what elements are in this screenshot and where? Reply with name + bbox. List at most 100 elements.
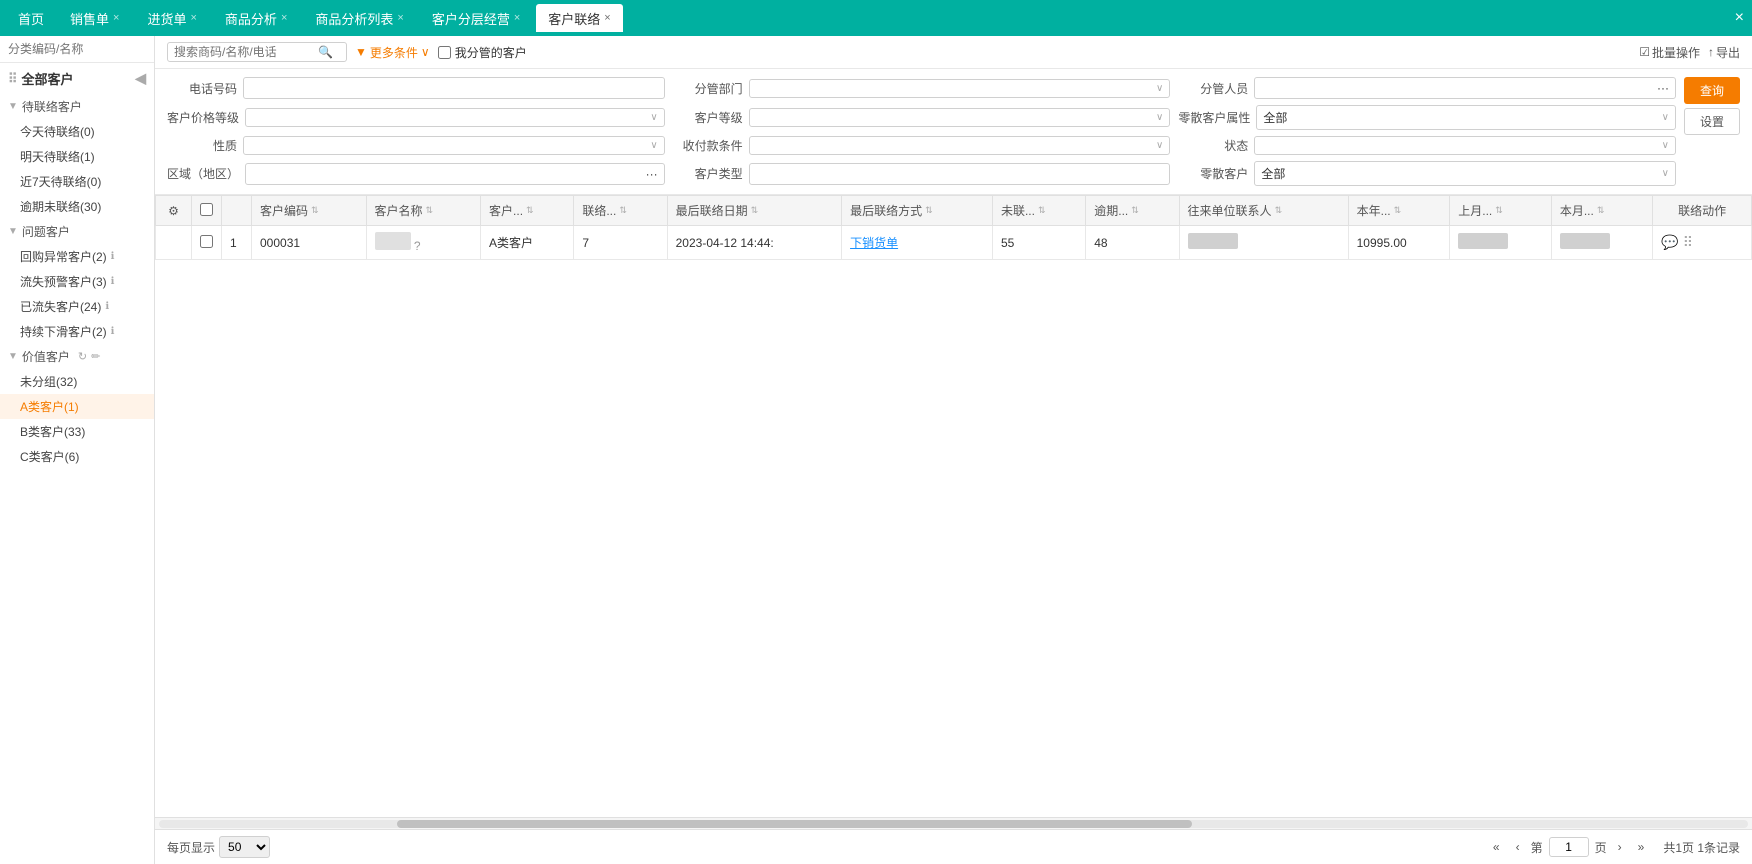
more-filter-btn[interactable]: ▼ 更多条件 ∨: [355, 44, 430, 61]
nav-tab-product-list[interactable]: 商品分析列表 ×: [303, 4, 415, 32]
sidebar-search-input[interactable]: [8, 42, 155, 56]
customer-level-chevron-icon: ∨: [1156, 112, 1163, 123]
sidebar-item-today[interactable]: 今天待联络(0): [0, 119, 154, 144]
th-name[interactable]: 客户名称 ⇅: [366, 196, 481, 226]
nature-select[interactable]: ∨: [243, 136, 665, 155]
sidebar-item-churned[interactable]: 已流失客户(24) ℹ: [0, 294, 154, 319]
horizontal-scroll[interactable]: [155, 817, 1752, 829]
nav-tab-sales[interactable]: 销售单 ×: [58, 4, 131, 32]
sidebar-section-pending-title[interactable]: ▼ 待联络客户: [0, 94, 154, 119]
close-purchase-tab[interactable]: ×: [190, 12, 196, 24]
value-section-refresh-icon[interactable]: ↻: [78, 350, 87, 363]
sidebar-section-value-title[interactable]: ▼ 价值客户 ↻ ✏: [0, 344, 154, 369]
sidebar-item-class-c[interactable]: C类客户(6): [0, 444, 154, 469]
th-level[interactable]: 客户... ⇅: [481, 196, 574, 226]
th-unit-contact[interactable]: 往来单位联系人 ⇅: [1179, 196, 1348, 226]
nav-tab-product-analysis[interactable]: 商品分析 ×: [213, 4, 299, 32]
phone-label: 电话号码: [167, 80, 237, 97]
th-contact[interactable]: 联络... ⇅: [574, 196, 667, 226]
filter-search-icon[interactable]: 🔍: [318, 45, 333, 59]
qr-action-icon[interactable]: ⠿: [1683, 234, 1693, 251]
nav-home[interactable]: 首页: [8, 9, 54, 28]
nature-chevron-icon: ∨: [650, 140, 657, 151]
sidebar-item-repurchase-abnormal[interactable]: 回购异常客户(2) ℹ: [0, 244, 154, 269]
customer-type-input[interactable]: [749, 163, 1171, 185]
close-product-list-tab[interactable]: ×: [397, 12, 403, 24]
row-name-text: ?: [414, 239, 421, 253]
status-select[interactable]: ∨: [1254, 136, 1676, 155]
close-product-analysis-tab[interactable]: ×: [281, 12, 287, 24]
phone-input[interactable]: [243, 77, 665, 99]
advanced-filter: 电话号码 分管部门 ∨ 分管人员: [155, 69, 1752, 195]
retail-customer-select[interactable]: 全部 ∨: [1254, 161, 1676, 186]
price-level-label: 客户价格等级: [167, 109, 239, 126]
export-btn[interactable]: ↑ 导出: [1708, 44, 1740, 61]
prev-page-btn[interactable]: ‹: [1511, 838, 1525, 856]
th-code[interactable]: 客户编码 ⇅: [252, 196, 367, 226]
nav-tab-purchase[interactable]: 进货单 ×: [135, 4, 208, 32]
page-size-wrap: 每页显示 10 20 50 100: [167, 836, 270, 858]
sidebar-item-class-b[interactable]: B类客户(33): [0, 419, 154, 444]
close-all-tabs[interactable]: ×: [1735, 9, 1744, 27]
settings-button[interactable]: 设置: [1684, 108, 1740, 135]
th-no-contact[interactable]: 未联... ⇅: [992, 196, 1085, 226]
filter-item-person: 分管人员 ···: [1178, 77, 1676, 99]
problem-section-label: 问题客户: [22, 223, 70, 240]
region-input[interactable]: ···: [245, 163, 665, 185]
th-this-month[interactable]: 本月... ⇅: [1551, 196, 1653, 226]
th-this-year[interactable]: 本年... ⇅: [1348, 196, 1450, 226]
close-customer-segment-tab[interactable]: ×: [514, 12, 520, 24]
page-input[interactable]: [1549, 837, 1589, 857]
page-size-select[interactable]: 10 20 50 100: [219, 836, 270, 858]
churned-info-icon[interactable]: ℹ: [105, 301, 109, 312]
first-page-btn[interactable]: «: [1488, 838, 1505, 856]
chat-action-icon[interactable]: 💬: [1661, 234, 1678, 251]
filter-item-customer-level: 客户等级 ∨: [673, 108, 1171, 127]
th-settings[interactable]: ⚙: [156, 196, 192, 226]
td-no-contact: 55: [992, 226, 1085, 260]
filter-icon: ▼: [355, 45, 367, 59]
th-last-method-label: 最后联络方式: [850, 202, 922, 219]
value-section-edit-icon[interactable]: ✏: [91, 350, 100, 363]
sidebar-item-churn-warning[interactable]: 流失预警客户(3) ℹ: [0, 269, 154, 294]
sidebar-item-ungrouped[interactable]: 未分组(32): [0, 369, 154, 394]
customer-level-select[interactable]: ∨: [749, 108, 1171, 127]
sidebar-section-problem-title[interactable]: ▼ 问题客户: [0, 219, 154, 244]
column-settings-icon[interactable]: ⚙: [168, 204, 179, 218]
declining-info-icon[interactable]: ℹ: [111, 326, 115, 337]
sidebar-item-overdue[interactable]: 逾期未联络(30): [0, 194, 154, 219]
select-all-checkbox[interactable]: [200, 203, 213, 216]
sidebar-collapse-icon[interactable]: ◀: [135, 70, 146, 87]
repurchase-info-icon[interactable]: ℹ: [111, 251, 115, 262]
search-input[interactable]: [174, 45, 314, 59]
row-checkbox[interactable]: [200, 235, 213, 248]
sidebar-item-7days[interactable]: 近7天待联络(0): [0, 169, 154, 194]
th-last-method[interactable]: 最后联络方式 ⇅: [842, 196, 993, 226]
sidebar-item-tomorrow[interactable]: 明天待联络(1): [0, 144, 154, 169]
close-customer-contact-tab[interactable]: ×: [604, 12, 610, 24]
payment-select[interactable]: ∨: [749, 136, 1171, 155]
close-sales-tab[interactable]: ×: [113, 12, 119, 24]
7days-label: 近7天待联络(0): [20, 173, 101, 190]
person-input[interactable]: ···: [1254, 77, 1676, 99]
sidebar-item-declining[interactable]: 持续下滑客户(2) ℹ: [0, 319, 154, 344]
my-customers-checkbox[interactable]: [438, 46, 451, 59]
row-last-method[interactable]: 下销货单: [850, 236, 898, 250]
retail-attr-select[interactable]: 全部 ∨: [1256, 105, 1676, 130]
th-contact-sort-icon: ⇅: [619, 205, 627, 216]
next-page-btn[interactable]: ›: [1613, 838, 1627, 856]
nav-tab-customer-contact[interactable]: 客户联络 ×: [536, 4, 622, 32]
nav-tab-customer-segment[interactable]: 客户分层经营 ×: [420, 4, 532, 32]
th-last-month[interactable]: 上月... ⇅: [1450, 196, 1552, 226]
retail-attr-label: 零散客户属性: [1178, 109, 1250, 126]
th-last-date[interactable]: 最后联络日期 ⇅: [667, 196, 841, 226]
query-button[interactable]: 查询: [1684, 77, 1740, 104]
sidebar-item-class-a[interactable]: A类客户(1): [0, 394, 154, 419]
last-page-btn[interactable]: »: [1633, 838, 1650, 856]
price-level-select[interactable]: ∨: [245, 108, 665, 127]
th-overdue[interactable]: 逾期... ⇅: [1086, 196, 1179, 226]
pagination: « ‹ 第 页 › » 共1页 1条记录: [1488, 837, 1740, 857]
churn-warning-info-icon[interactable]: ℹ: [111, 276, 115, 287]
dept-select[interactable]: ∨: [749, 79, 1171, 98]
batch-ops-btn[interactable]: ☑ 批量操作: [1639, 44, 1700, 61]
